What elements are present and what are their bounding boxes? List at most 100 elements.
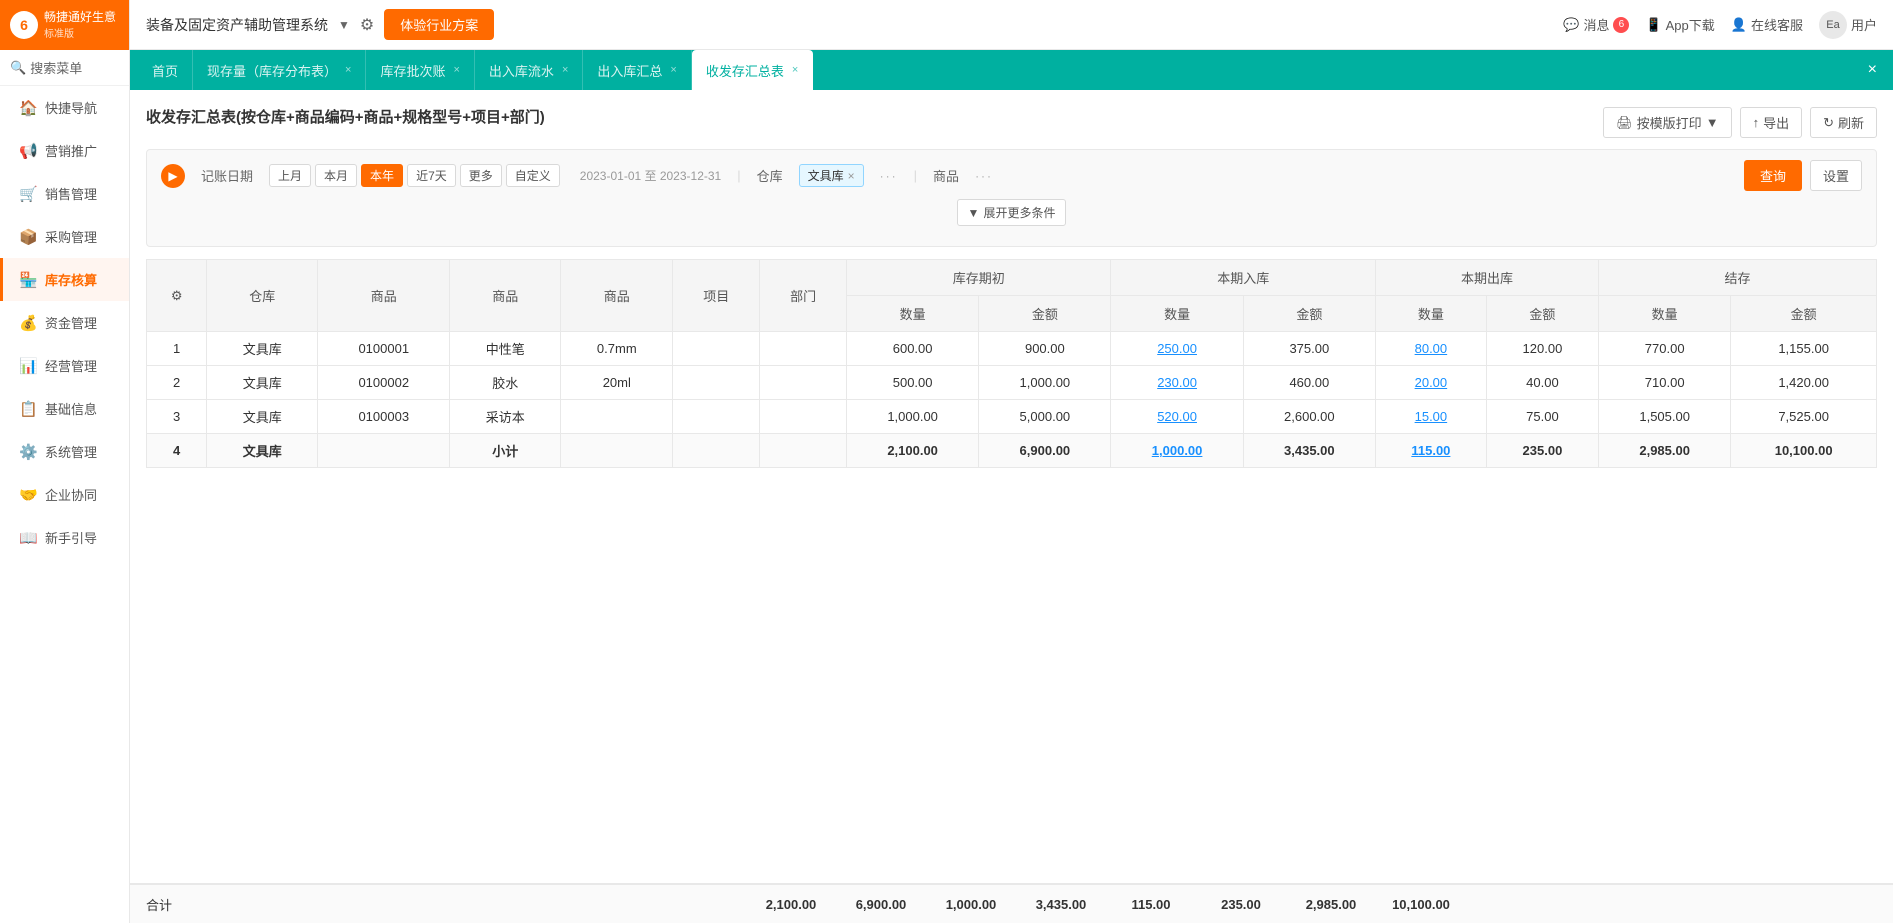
message-item[interactable]: 💬 消息 6 [1563, 15, 1629, 34]
expand-arrow-btn[interactable]: ▶ [161, 164, 185, 188]
warehouse-cell: 文具库 [207, 332, 318, 366]
sidebar-item-system[interactable]: ⚙️ 系统管理 [0, 430, 129, 473]
seq-cell: 2 [147, 366, 207, 400]
tab-close-inventory-dist[interactable]: × [345, 64, 351, 76]
out-qty-cell[interactable]: 115.00 [1375, 434, 1486, 468]
tab-inventory-dist[interactable]: 现存量（库存分布表） × [193, 50, 366, 90]
date-btn-custom[interactable]: 自定义 [506, 164, 560, 187]
header-settings-icon[interactable]: ⚙ [360, 15, 374, 35]
export-btn[interactable]: ↑ 导出 [1740, 107, 1803, 138]
opening-amt-cell: 1,000.00 [979, 366, 1111, 400]
print-label: 按模版打印 [1637, 113, 1702, 132]
table-row: 4文具库小计2,100.006,900.001,000.003,435.0011… [147, 434, 1877, 468]
user-label: 用户 [1851, 15, 1877, 34]
logo-title: 畅捷通好生意 [44, 10, 116, 26]
date-btn-7days[interactable]: 近7天 [407, 164, 456, 187]
balance-qty-cell: 2,985.00 [1599, 434, 1731, 468]
app-download-item[interactable]: 📱 App下载 [1645, 15, 1714, 34]
table-wrap: ⚙ 仓库 商品 商品 商品 项目 部门 库存期初 本期入库 本期出库 结存 数量 [146, 259, 1877, 468]
spec-cell: 20ml [561, 366, 673, 400]
header-system-title: 装备及固定资产辅助管理系统 [146, 15, 328, 35]
warehouse-more-dots[interactable]: ··· [880, 169, 898, 183]
opening-amt-cell: 900.00 [979, 332, 1111, 366]
tab-receive-summary[interactable]: 收发存汇总表 × [692, 50, 813, 90]
tab-inout-flow-label: 出入库流水 [489, 61, 554, 80]
sidebar-item-operations[interactable]: 📊 经营管理 [0, 344, 129, 387]
date-btn-this-month[interactable]: 本月 [315, 164, 357, 187]
sidebar-item-label: 资金管理 [45, 313, 97, 332]
in-qty-cell[interactable]: 230.00 [1111, 366, 1243, 400]
footer-values: 2,100.00 6,900.00 1,000.00 3,435.00 115.… [266, 897, 1877, 912]
tab-inout-summary-label: 出入库汇总 [597, 61, 662, 80]
header: 装备及固定资产辅助管理系统 ▼ ⚙ 体验行业方案 💬 消息 6 📱 App下载 … [130, 0, 1893, 50]
sidebar-item-sales[interactable]: 🛒 销售管理 [0, 172, 129, 215]
balance-amt-cell: 10,100.00 [1731, 434, 1877, 468]
tab-batch-account[interactable]: 库存批次账 × [366, 50, 474, 90]
balance-qty-cell: 710.00 [1599, 366, 1731, 400]
dept-cell [760, 332, 847, 366]
query-btn[interactable]: 查询 [1744, 160, 1802, 191]
sidebar-item-finance[interactable]: 💰 资金管理 [0, 301, 129, 344]
sidebar-item-basic[interactable]: 📋 基础信息 [0, 387, 129, 430]
filter-bar: ▶ 记账日期 上月 本月 本年 近7天 更多 自定义 2023-01-01 至 … [146, 149, 1877, 247]
th-in-amt: 金额 [1243, 296, 1375, 332]
main: 首页 现存量（库存分布表） × 库存批次账 × 出入库流水 × 出入库汇总 × … [130, 0, 1893, 923]
th-code: 商品 [318, 260, 450, 332]
tab-batch-account-label: 库存批次账 [380, 61, 445, 80]
date-btn-more[interactable]: 更多 [460, 164, 502, 187]
printer-icon: 🖨 [1616, 115, 1633, 131]
code-cell [318, 434, 450, 468]
sidebar-item-quick-nav[interactable]: 🏠 快捷导航 [0, 86, 129, 129]
warehouse-cell: 文具库 [207, 400, 318, 434]
th-settings[interactable]: ⚙ [147, 260, 207, 332]
out-qty-cell[interactable]: 20.00 [1375, 366, 1486, 400]
th-in-qty: 数量 [1111, 296, 1243, 332]
sidebar-item-marketing[interactable]: 📢 营销推广 [0, 129, 129, 172]
in-qty-cell[interactable]: 520.00 [1111, 400, 1243, 434]
print-btn[interactable]: 🖨 按模版打印 ▼ [1603, 107, 1731, 138]
name-cell: 胶水 [450, 366, 561, 400]
out-qty-cell[interactable]: 80.00 [1375, 332, 1486, 366]
tab-inout-flow[interactable]: 出入库流水 × [475, 50, 583, 90]
tab-close-receive-summary[interactable]: × [792, 64, 798, 76]
sidebar-item-enterprise[interactable]: 🤝 企业协同 [0, 473, 129, 516]
sidebar-item-guide[interactable]: 📖 新手引导 [0, 516, 129, 559]
footer-balance-amt: 10,100.00 [1376, 897, 1466, 912]
search-menu[interactable]: 🔍 搜索菜单 [0, 50, 129, 86]
th-opening-amt: 金额 [979, 296, 1111, 332]
goods-more-dots[interactable]: ··· [975, 169, 993, 183]
header-dropdown[interactable]: ▼ [338, 18, 350, 32]
tab-bar-close-btn[interactable]: × [1860, 61, 1885, 79]
settings-text-btn[interactable]: 设置 [1810, 160, 1862, 191]
out-qty-cell[interactable]: 15.00 [1375, 400, 1486, 434]
user-item[interactable]: Ea 用户 [1819, 11, 1877, 39]
warehouse-tag-close-btn[interactable]: × [848, 169, 855, 183]
tab-close-inout-summary[interactable]: × [670, 64, 676, 76]
sidebar-nav: 🏠 快捷导航 📢 营销推广 🛒 销售管理 📦 采购管理 🏪 库存核算 💰 资金管… [0, 86, 129, 923]
in-qty-cell[interactable]: 1,000.00 [1111, 434, 1243, 468]
expand-more-conditions-btn[interactable]: ▼ 展开更多条件 [957, 199, 1067, 226]
sidebar-item-purchase[interactable]: 📦 采购管理 [0, 215, 129, 258]
project-cell [673, 400, 760, 434]
tab-inout-summary[interactable]: 出入库汇总 × [583, 50, 691, 90]
tab-home[interactable]: 首页 [138, 50, 193, 90]
sidebar-item-label: 系统管理 [45, 442, 97, 461]
experience-btn[interactable]: 体验行业方案 [384, 9, 494, 40]
online-service-item[interactable]: 👤 在线客服 [1731, 15, 1803, 34]
sidebar-item-label: 经营管理 [45, 356, 97, 375]
balance-qty-cell: 770.00 [1599, 332, 1731, 366]
out-amt-cell: 40.00 [1486, 366, 1598, 400]
in-qty-cell[interactable]: 250.00 [1111, 332, 1243, 366]
tab-close-inout-flow[interactable]: × [562, 64, 568, 76]
table-row: 3文具库0100003采访本1,000.005,000.00520.002,60… [147, 400, 1877, 434]
date-btn-this-year[interactable]: 本年 [361, 164, 403, 187]
refresh-btn[interactable]: ↻ 刷新 [1810, 107, 1877, 138]
sidebar-item-label: 采购管理 [45, 227, 97, 246]
date-btn-prev-month[interactable]: 上月 [269, 164, 311, 187]
search-menu-label: 搜索菜单 [30, 58, 82, 77]
tab-close-batch-account[interactable]: × [453, 64, 459, 76]
footer-out-amt: 235.00 [1196, 897, 1286, 912]
sidebar-item-inventory[interactable]: 🏪 库存核算 [0, 258, 129, 301]
dept-cell [760, 434, 847, 468]
sidebar-item-label: 基础信息 [45, 399, 97, 418]
